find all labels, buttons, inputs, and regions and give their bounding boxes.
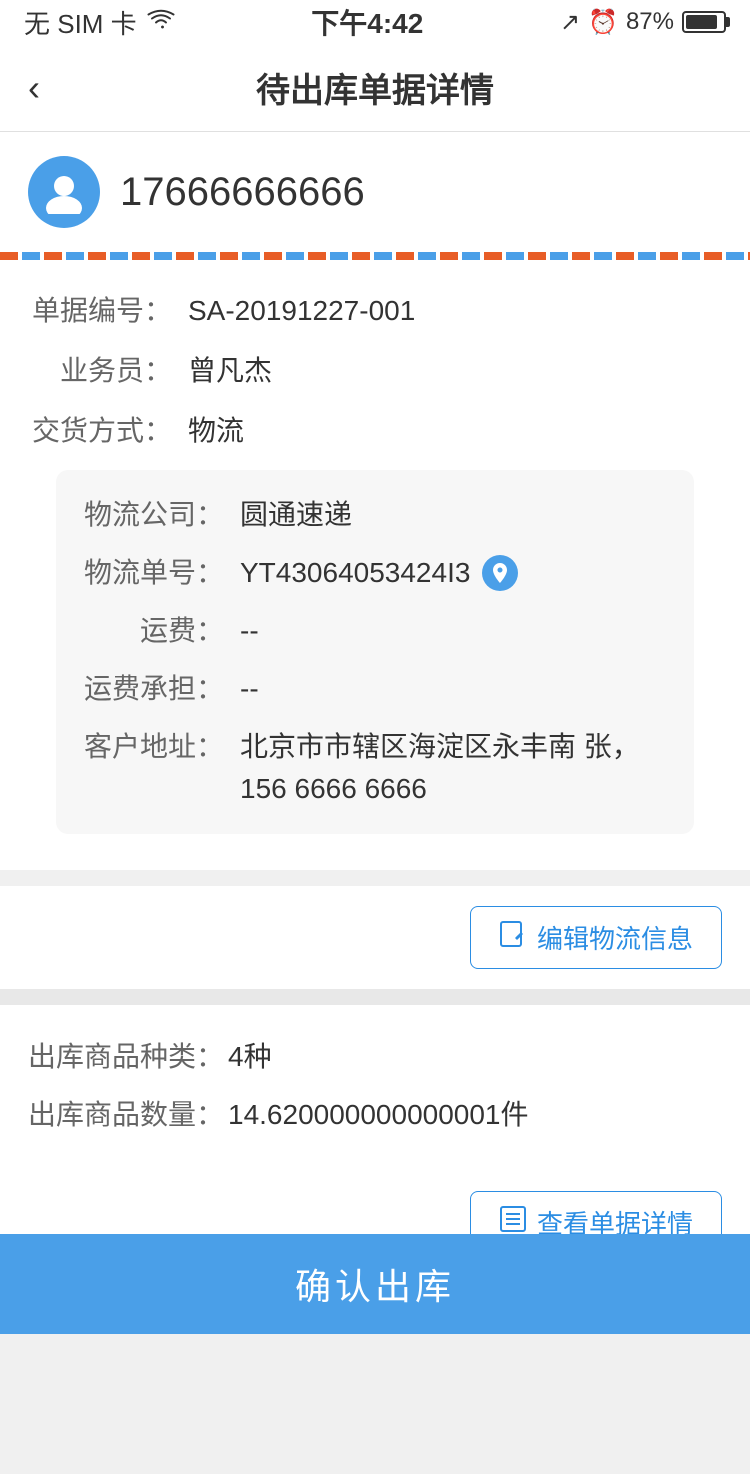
address-row: 客户地址： 北京市市辖区海淀区永丰南 张，156 6666 6666 xyxy=(80,726,670,810)
logistics-card: 物流公司： 圆通速递 物流单号： YT43064053424I3 运费： -- xyxy=(56,470,694,834)
back-button[interactable]: ‹ xyxy=(28,67,40,109)
goods-quantity-value: 14.620000000000001件 xyxy=(228,1093,529,1133)
freight-label: 运费： xyxy=(80,610,240,652)
edit-logistics-button[interactable]: 编辑物流信息 xyxy=(470,906,722,969)
logistics-company-value: 圆通速递 xyxy=(240,494,670,536)
battery-icon xyxy=(682,11,726,33)
freight-bearer-value: -- xyxy=(240,668,670,710)
tracking-no-row: 物流单号： YT43064053424I3 xyxy=(80,552,670,594)
nav-bar: ‹ 待出库单据详情 xyxy=(0,44,750,132)
address-label: 客户地址： xyxy=(80,726,240,768)
sales-person-label: 业务员： xyxy=(28,350,188,392)
goods-quantity-row: 出库商品数量： 14.620000000000001件 xyxy=(28,1093,722,1133)
logistics-company-label: 物流公司： xyxy=(80,494,240,536)
goods-quantity-label: 出库商品数量： xyxy=(28,1093,228,1133)
document-no-label: 单据编号： xyxy=(28,290,188,332)
goods-types-row: 出库商品种类： 4种 xyxy=(28,1035,722,1075)
delivery-method-value: 物流 xyxy=(188,410,722,452)
edit-logistics-container: 编辑物流信息 xyxy=(0,886,750,989)
status-left: 无 SIM 卡 xyxy=(24,4,175,41)
dashed-divider xyxy=(0,252,750,260)
sales-person-row: 业务员： 曾凡杰 xyxy=(28,350,722,392)
alarm-icon: ⏰ xyxy=(588,8,618,37)
carrier-label: 无 SIM 卡 xyxy=(24,4,137,41)
tracking-no-text: YT43064053424I3 xyxy=(240,552,470,594)
sales-person-value: 曾凡杰 xyxy=(188,350,722,392)
freight-bearer-label: 运费承担： xyxy=(80,668,240,710)
status-bar: 无 SIM 卡 下午4:42 ↗ ⏰ 87% xyxy=(0,0,750,44)
goods-types-label: 出库商品种类： xyxy=(28,1035,228,1075)
delivery-method-row: 交货方式： 物流 xyxy=(28,410,722,452)
tracking-no-label: 物流单号： xyxy=(80,552,240,594)
wifi-icon xyxy=(147,7,175,38)
order-info-section: 单据编号： SA-20191227-001 业务员： 曾凡杰 交货方式： 物流 … xyxy=(0,260,750,870)
document-no-value: SA-20191227-001 xyxy=(188,290,722,332)
confirm-bar[interactable]: 确认出库 xyxy=(0,1234,750,1334)
goods-section: 出库商品种类： 4种 出库商品数量： 14.620000000000001件 xyxy=(0,1005,750,1171)
status-time: 下午4:42 xyxy=(311,2,423,42)
edit-logistics-label: 编辑物流信息 xyxy=(537,919,693,956)
page-title: 待出库单据详情 xyxy=(256,63,494,112)
freight-value: -- xyxy=(240,610,670,652)
tracking-no-value: YT43064053424I3 xyxy=(240,552,670,594)
logistics-company-row: 物流公司： 圆通速递 xyxy=(80,494,670,536)
edit-icon xyxy=(499,920,527,955)
customer-phone: 17666666666 xyxy=(120,170,365,215)
tracking-location-icon[interactable] xyxy=(482,555,518,591)
goods-types-value: 4种 xyxy=(228,1035,272,1075)
battery-percent: 87% xyxy=(626,8,674,36)
document-no-row: 单据编号： SA-20191227-001 xyxy=(28,290,722,332)
status-right: ↗ ⏰ 87% xyxy=(560,8,726,37)
freight-bearer-row: 运费承担： -- xyxy=(80,668,670,710)
section-divider xyxy=(0,989,750,1005)
delivery-method-label: 交货方式： xyxy=(28,410,188,452)
customer-header: 17666666666 xyxy=(0,132,750,252)
confirm-button-label: 确认出库 xyxy=(295,1258,455,1310)
address-value: 北京市市辖区海淀区永丰南 张，156 6666 6666 xyxy=(240,726,670,810)
location-status-icon: ↗ xyxy=(560,8,580,37)
freight-row: 运费： -- xyxy=(80,610,670,652)
avatar xyxy=(28,156,100,228)
